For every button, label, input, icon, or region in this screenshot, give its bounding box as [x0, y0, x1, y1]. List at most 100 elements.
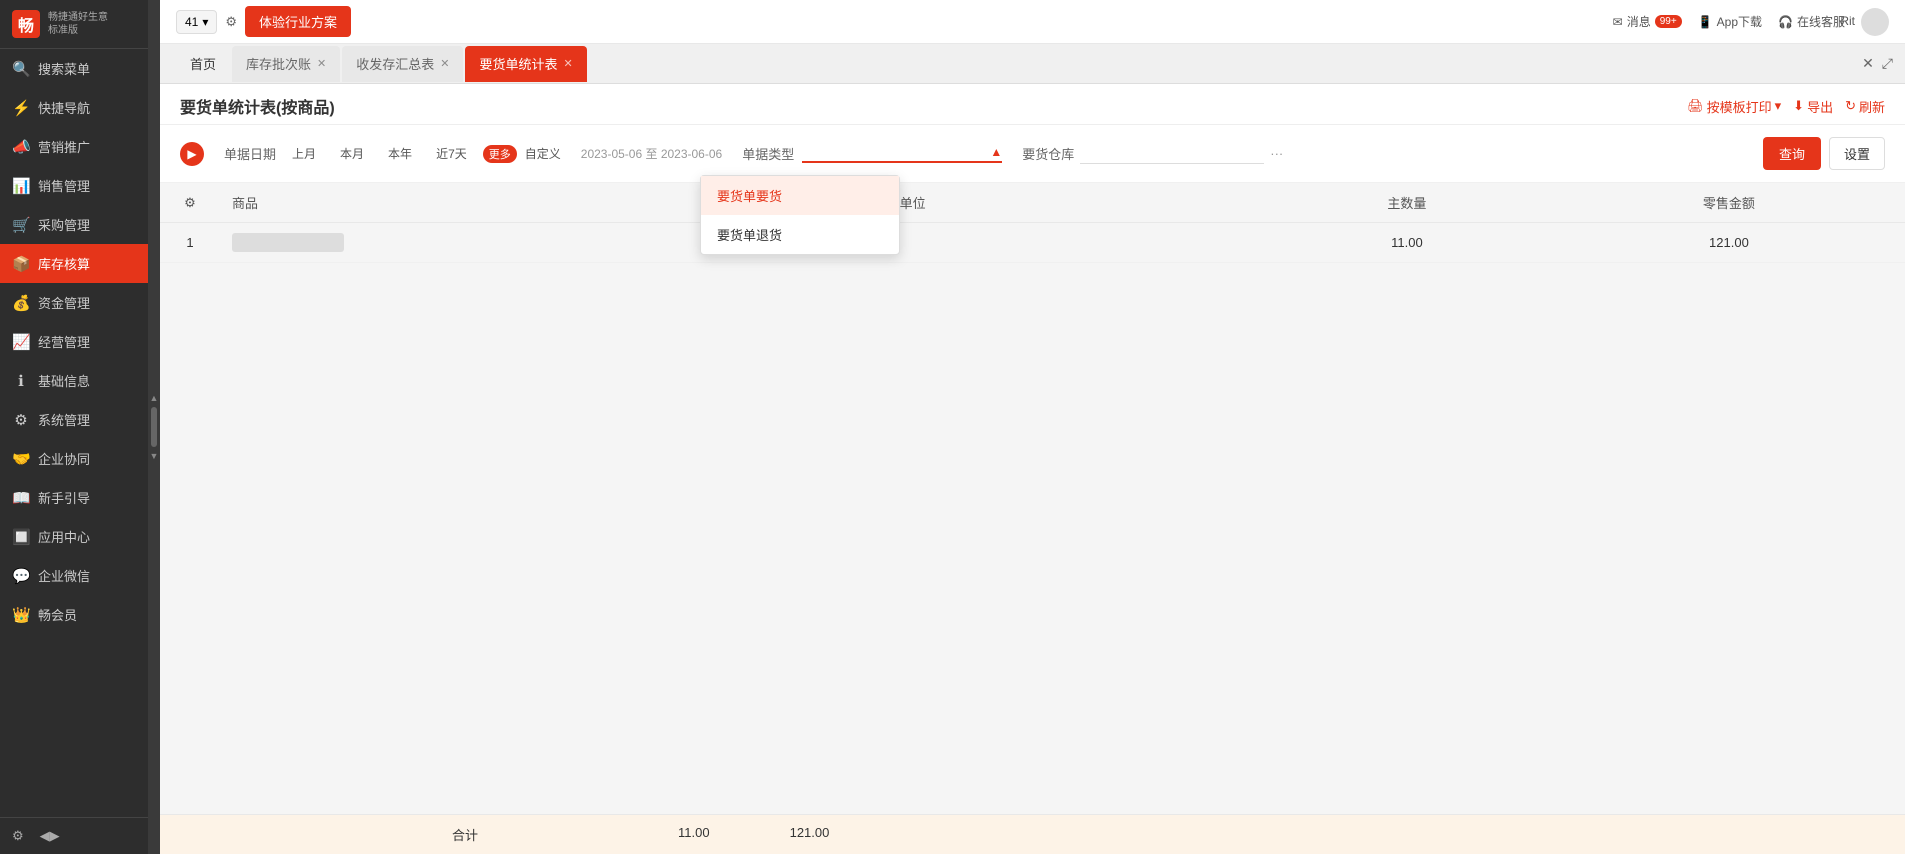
sidebar-footer: ⚙ ◀▶: [0, 817, 148, 854]
tabs-actions: ✕ ⤢: [1862, 55, 1905, 72]
sidebar-nav: ⚡ 快捷导航 📣 营销推广 📊 销售管理 🛒 采购管理 📦 库存核算 💰 资金管…: [0, 88, 148, 817]
tab-receivable[interactable]: 收发存汇总表 ✕: [342, 46, 463, 82]
print-action[interactable]: 🖨 按模板打印 ▾: [1687, 97, 1781, 116]
marketing-icon: 📣: [12, 138, 30, 156]
filter-actions: 查询 设置: [1763, 137, 1885, 170]
tab-close-icon[interactable]: ✕: [317, 57, 326, 70]
query-button[interactable]: 查询: [1763, 137, 1821, 170]
collapse-footer-btn[interactable]: ◀▶: [40, 828, 60, 844]
search-icon: 🔍: [12, 60, 30, 78]
close-all-icon[interactable]: ✕: [1862, 55, 1874, 72]
sidebar-item-basicinfo[interactable]: ℹ 基础信息: [0, 361, 148, 400]
column-settings-icon[interactable]: ⚙: [184, 195, 196, 210]
trial-button[interactable]: 体验行业方案: [245, 6, 351, 37]
sidebar-item-label: 快捷导航: [38, 98, 90, 117]
row-index: 1: [160, 223, 220, 263]
sidebar-item-label: 畅会员: [38, 605, 77, 624]
user-name-text: Rit: [1840, 14, 1855, 28]
sidebar-item-inventory[interactable]: 📦 库存核算: [0, 244, 148, 283]
sidebar-search[interactable]: 🔍 搜索菜单: [0, 49, 148, 88]
online-service-label: 在线客服: [1797, 13, 1845, 30]
tab-home[interactable]: 首页: [176, 46, 230, 82]
settings-topbar-icon[interactable]: ⚙: [225, 14, 237, 30]
tab-close-icon[interactable]: ✕: [440, 57, 449, 70]
download-icon: 📱: [1698, 15, 1713, 29]
export-action[interactable]: ⬇ 导出: [1793, 97, 1833, 116]
sidebar-item-operations[interactable]: 📈 经营管理: [0, 322, 148, 361]
row-amount: 121.00: [1553, 223, 1905, 263]
member-icon: 👑: [12, 606, 30, 624]
type-filter-input[interactable]: [802, 144, 990, 159]
setting-button[interactable]: 设置: [1829, 137, 1885, 170]
sidebar-item-label: 企业协同: [38, 449, 90, 468]
date-prev-month-btn[interactable]: 上月: [284, 142, 324, 165]
sidebar-item-wework[interactable]: 💬 企业微信: [0, 556, 148, 595]
date-this-month-btn[interactable]: 本月: [332, 142, 372, 165]
user-avatar[interactable]: [1861, 8, 1889, 36]
sidebar-item-sales[interactable]: 📊 销售管理: [0, 166, 148, 205]
warehouse-filter-label: 要货仓库: [1022, 144, 1074, 163]
sidebar-item-guide[interactable]: 📖 新手引导: [0, 478, 148, 517]
collapse-icon: ◀▶: [40, 828, 60, 844]
scroll-up-btn[interactable]: ▲: [150, 393, 159, 403]
dropdown-item-return[interactable]: 要货单退货: [701, 215, 899, 254]
app-logo: 畅: [12, 10, 40, 38]
collab-icon: 🤝: [12, 450, 30, 468]
footer-qty: 11.00: [678, 825, 710, 844]
filter-expand-button[interactable]: ▶: [180, 142, 204, 166]
message-group[interactable]: ✉ 消息 99+: [1613, 13, 1682, 30]
wework-icon: 💬: [12, 567, 30, 585]
settings-footer-btn[interactable]: ⚙: [12, 828, 24, 844]
sidebar-item-quicknav[interactable]: ⚡ 快捷导航: [0, 88, 148, 127]
message-label: 消息: [1627, 13, 1651, 30]
date-filter-label: 单据日期: [224, 144, 276, 163]
online-service-group[interactable]: 🎧 在线客服: [1778, 13, 1845, 30]
app-download-group[interactable]: 📱 App下载: [1698, 13, 1762, 30]
sidebar-item-label: 销售管理: [38, 176, 90, 195]
sidebar: 畅 畅捷通好生意 标准版 🔍 搜索菜单 ⚡ 快捷导航 📣 营销推广 📊 销售管理…: [0, 0, 148, 854]
dropdown-item-order[interactable]: 要货单要货: [701, 176, 899, 215]
tab-inventory-batch[interactable]: 库存批次账 ✕: [232, 46, 340, 82]
date-more-badge[interactable]: 更多: [483, 145, 517, 163]
warehouse-filter-input[interactable]: [1080, 144, 1264, 164]
sidebar-item-system[interactable]: ⚙ 系统管理: [0, 400, 148, 439]
store-selector[interactable]: 41 ▾: [176, 10, 217, 34]
sidebar-item-label: 新手引导: [38, 488, 90, 507]
tab-order-stats-label: 要货单统计表: [479, 54, 557, 73]
sidebar-item-appcenter[interactable]: 🔲 应用中心: [0, 517, 148, 556]
date-7days-btn[interactable]: 近7天: [428, 142, 475, 165]
sidebar-item-purchase[interactable]: 🛒 采购管理: [0, 205, 148, 244]
warehouse-filter-group: 要货仓库 ···: [1022, 144, 1283, 164]
date-filter-group: 单据日期 上月 本月 本年 近7天 更多 自定义: [224, 142, 561, 165]
tab-close-active-icon[interactable]: ✕: [564, 57, 573, 70]
sidebar-item-collab[interactable]: 🤝 企业协同: [0, 439, 148, 478]
date-this-year-btn[interactable]: 本年: [380, 142, 420, 165]
type-filter-wrapper[interactable]: ▲: [802, 144, 1002, 163]
date-custom-btn[interactable]: 自定义: [525, 145, 561, 162]
sidebar-item-label: 企业微信: [38, 566, 90, 585]
date-range-display: 2023-05-06 至 2023-06-06: [581, 145, 722, 162]
sidebar-item-label: 采购管理: [38, 215, 90, 234]
refresh-label: 刷新: [1859, 97, 1885, 116]
type-filter-group: 单据类型 ▲: [742, 144, 1002, 163]
footer-total-label: 合计: [452, 825, 478, 844]
sidebar-item-label: 营销推广: [38, 137, 90, 156]
tab-home-label: 首页: [190, 54, 216, 73]
warehouse-more-icon[interactable]: ···: [1270, 146, 1283, 161]
sidebar-item-marketing[interactable]: 📣 营销推广: [0, 127, 148, 166]
expand-tabs-icon[interactable]: ⤢: [1882, 55, 1893, 72]
footer-amount: 121.00: [790, 825, 830, 844]
sidebar-item-label: 基础信息: [38, 371, 90, 390]
message-badge: 99+: [1655, 15, 1682, 28]
scroll-down-btn[interactable]: ▼: [150, 451, 159, 461]
tab-order-stats[interactable]: 要货单统计表 ✕: [465, 46, 586, 82]
type-chevron-up-icon[interactable]: ▲: [990, 145, 1002, 159]
sidebar-item-member[interactable]: 👑 畅会员: [0, 595, 148, 634]
app-title: 畅捷通好生意 标准版: [48, 11, 108, 37]
col-settings[interactable]: ⚙: [160, 183, 220, 223]
footer-label: [172, 825, 232, 844]
refresh-action[interactable]: ↻ 刷新: [1845, 97, 1885, 116]
type-dropdown: 要货单要货 要货单退货: [700, 175, 900, 255]
topbar-left: 41 ▾ ⚙ 体验行业方案: [176, 6, 1601, 37]
sidebar-item-finance[interactable]: 💰 资金管理: [0, 283, 148, 322]
